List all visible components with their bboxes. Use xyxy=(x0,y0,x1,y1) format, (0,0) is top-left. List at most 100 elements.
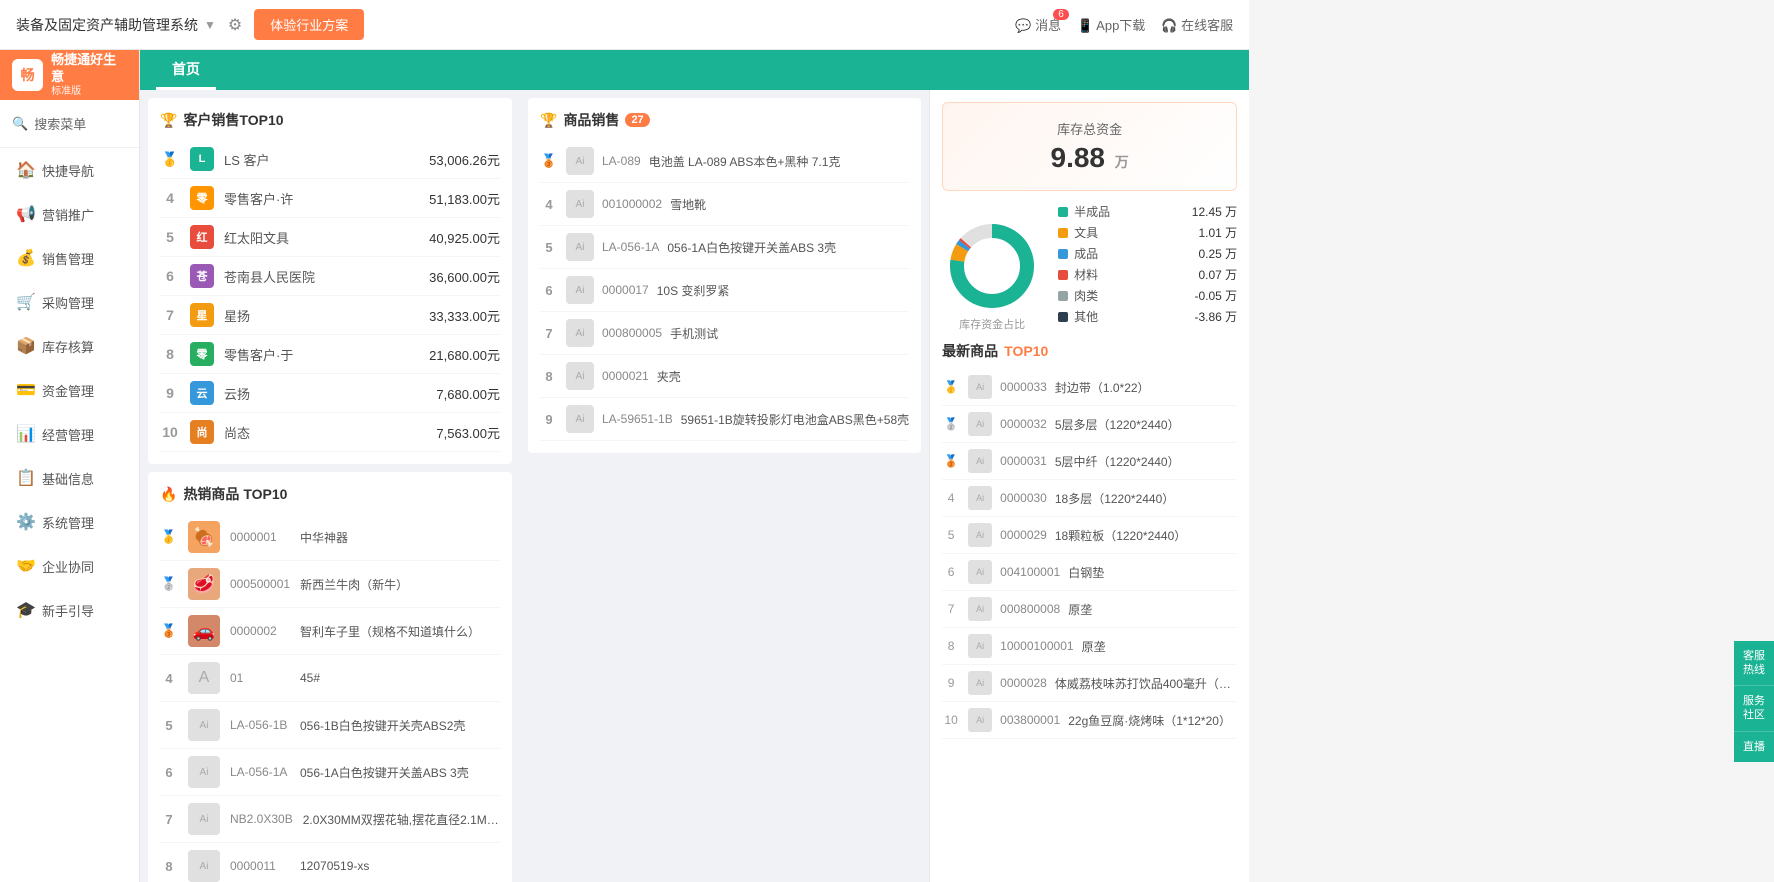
product-code: 003800001 xyxy=(1000,713,1060,727)
customer-service-btn[interactable]: 客服热线 xyxy=(1734,641,1774,687)
latest-products-section: 最新商品 TOP10 🥇 Ai 0000033 封边带（1.0*22） xyxy=(942,341,1237,739)
logo-icon: 畅 xyxy=(12,59,43,91)
latest-products-list: 🥇 Ai 0000033 封边带（1.0*22） 🥈 Ai 0000032 xyxy=(942,369,1237,739)
avatar: 红 xyxy=(190,225,214,249)
gear-icon[interactable]: ⚙ xyxy=(228,15,242,35)
rank-item: 8 零 零售客户·于 21,680.00元 xyxy=(160,335,500,374)
sidebar-item-system[interactable]: ⚙️ 系统管理 xyxy=(0,500,139,544)
legend-item: 成品 0.25 万 xyxy=(1058,245,1237,262)
legend-color xyxy=(1058,228,1068,238)
avatar: 云 xyxy=(190,381,214,405)
rank-number: 4 xyxy=(160,190,180,206)
rank-number: 6 xyxy=(942,565,960,579)
chevron-down-icon[interactable]: ▼ xyxy=(204,18,216,32)
inventory-icon: 📦 xyxy=(16,336,34,356)
sidebar-search[interactable]: 🔍 搜索菜单 xyxy=(0,100,139,148)
live-btn[interactable]: 直播 xyxy=(1734,732,1774,762)
product-name: 10S 变刹罗紧 xyxy=(657,282,909,299)
customer-value: 40,925.00元 xyxy=(429,228,500,247)
list-item: 🥉 Ai 0000031 5层中纤（1220*2440） xyxy=(942,443,1237,480)
main-scroll[interactable]: 🏆 客户销售TOP10 🥇 L LS 客户 53,006.26元 xyxy=(140,90,1249,882)
product-thumb: Ai xyxy=(566,233,594,261)
product-code: 004100001 xyxy=(1000,565,1060,579)
rank-number: 8 xyxy=(160,859,178,874)
list-item: 6 Ai 004100001 白钢垫 xyxy=(942,554,1237,591)
product-code: 0000011 xyxy=(230,859,290,873)
search-menu-btn[interactable]: 🔍 搜索菜单 xyxy=(12,110,127,137)
inventory-total-value: 9.88 万 xyxy=(959,142,1220,174)
customer-rank-list: 🥇 L LS 客户 53,006.26元 4 零 零售客户·许 51,183. xyxy=(160,140,500,452)
sidebar-item-guide[interactable]: 🎓 新手引导 xyxy=(0,588,139,632)
rank-item: 10 尚 尚态 7,563.00元 xyxy=(160,413,500,452)
customer-value: 51,183.00元 xyxy=(429,189,500,208)
sidebar-item-basic[interactable]: 📋 基础信息 xyxy=(0,456,139,500)
product-code: 0000032 xyxy=(1000,417,1047,431)
rank-number: 🥉 xyxy=(540,153,558,169)
donut-chart-label: 库存资金占比 xyxy=(959,316,1025,332)
list-item: 🥈 🥩 000500001 新西兰牛肉（新牛） xyxy=(160,561,500,608)
rank-number: 🥈 xyxy=(160,576,178,592)
rank-number: 6 xyxy=(540,283,558,298)
list-item: 🥈 Ai 0000032 5层多层（1220*2440） xyxy=(942,406,1237,443)
tab-home[interactable]: 首页 xyxy=(156,50,216,90)
rank-item: 9 云 云扬 7,680.00元 xyxy=(160,374,500,413)
product-code: 0000001 xyxy=(230,530,290,544)
rank-number: 🥇 xyxy=(942,380,960,394)
product-code: 0000017 xyxy=(602,283,649,297)
inventory-chart-section: 库存资金占比 半成品 12.45 万 xyxy=(942,203,1237,329)
hot-products-title: 🔥 热销商品 TOP10 xyxy=(160,484,500,504)
avatar: 尚 xyxy=(190,420,214,444)
rank-number: 5 xyxy=(942,528,960,542)
sidebar-item-sales[interactable]: 💰 销售管理 xyxy=(0,236,139,280)
product-code: 0000028 xyxy=(1000,676,1047,690)
product-thumb: Ai xyxy=(968,634,992,658)
page-nav: 首页 xyxy=(140,50,1249,90)
product-name: 电池盖 LA-089 ABS本色+黑种 7.1克 xyxy=(649,153,909,170)
legend-color xyxy=(1058,207,1068,217)
sidebar-item-label: 企业协同 xyxy=(42,557,94,576)
trophy-icon: 🏆 xyxy=(540,112,557,129)
rank-number: 7 xyxy=(540,326,558,341)
system-icon: ⚙️ xyxy=(16,512,34,532)
product-thumb: 🥩 xyxy=(188,568,220,600)
product-code: 0000021 xyxy=(602,369,649,383)
float-buttons: 客服热线 服务社区 直播 xyxy=(1734,641,1774,762)
online-service-btn[interactable]: 🎧 在线客服 xyxy=(1161,15,1233,34)
message-btn[interactable]: 💬 消息 6 xyxy=(1015,15,1061,34)
rank-number: 🥈 xyxy=(942,417,960,431)
community-btn[interactable]: 服务社区 xyxy=(1734,686,1774,732)
customer-value: 36,600.00元 xyxy=(429,267,500,286)
rank-number: 7 xyxy=(160,812,178,827)
product-sales-list: 🥉 Ai LA-089 电池盖 LA-089 ABS本色+黑种 7.1克 4 A… xyxy=(540,140,909,441)
list-item: 9 Ai 0000028 体威荔枝味苏打饮品400毫升（1*15） xyxy=(942,665,1237,702)
trial-btn[interactable]: 体验行业方案 xyxy=(254,9,364,40)
customer-name: 红太阳文具 xyxy=(224,228,419,247)
topbar-right: 💬 消息 6 📱 App下载 🎧 在线客服 xyxy=(1015,15,1233,34)
product-thumb: 🍖 xyxy=(188,521,220,553)
list-item: 🥇 Ai 0000033 封边带（1.0*22） xyxy=(942,369,1237,406)
sidebar-item-home[interactable]: 🏠 快捷导航 xyxy=(0,148,139,192)
fire-icon: 🔥 xyxy=(160,486,177,503)
product-code: 001000002 xyxy=(602,197,662,211)
sidebar-item-marketing[interactable]: 📢 营销推广 xyxy=(0,192,139,236)
legend-item: 材料 0.07 万 xyxy=(1058,266,1237,283)
legend-item: 其他 -3.86 万 xyxy=(1058,308,1237,325)
customer-value: 33,333.00元 xyxy=(429,306,500,325)
sidebar-item-collab[interactable]: 🤝 企业协同 xyxy=(0,544,139,588)
customer-name: 尚态 xyxy=(224,423,426,442)
finance-icon: 💳 xyxy=(16,380,34,400)
sidebar-item-purchase[interactable]: 🛒 采购管理 xyxy=(0,280,139,324)
product-thumb: Ai xyxy=(566,147,594,175)
customer-value: 7,680.00元 xyxy=(436,384,500,403)
sidebar-item-inventory[interactable]: 📦 库存核算 xyxy=(0,324,139,368)
basic-icon: 📋 xyxy=(16,468,34,488)
product-thumb: Ai xyxy=(968,449,992,473)
main-area: 首页 🏆 客户销售TOP10 xyxy=(140,50,1249,882)
sidebar-item-operations[interactable]: 📊 经营管理 xyxy=(0,412,139,456)
rank-number: 9 xyxy=(942,676,960,690)
sidebar-item-finance[interactable]: 💳 资金管理 xyxy=(0,368,139,412)
app-download-btn[interactable]: 📱 App下载 xyxy=(1077,15,1145,34)
legend-color xyxy=(1058,312,1068,322)
product-name: 18颗粒板（1220*2440） xyxy=(1055,527,1237,544)
sales-icon: 💰 xyxy=(16,248,34,268)
